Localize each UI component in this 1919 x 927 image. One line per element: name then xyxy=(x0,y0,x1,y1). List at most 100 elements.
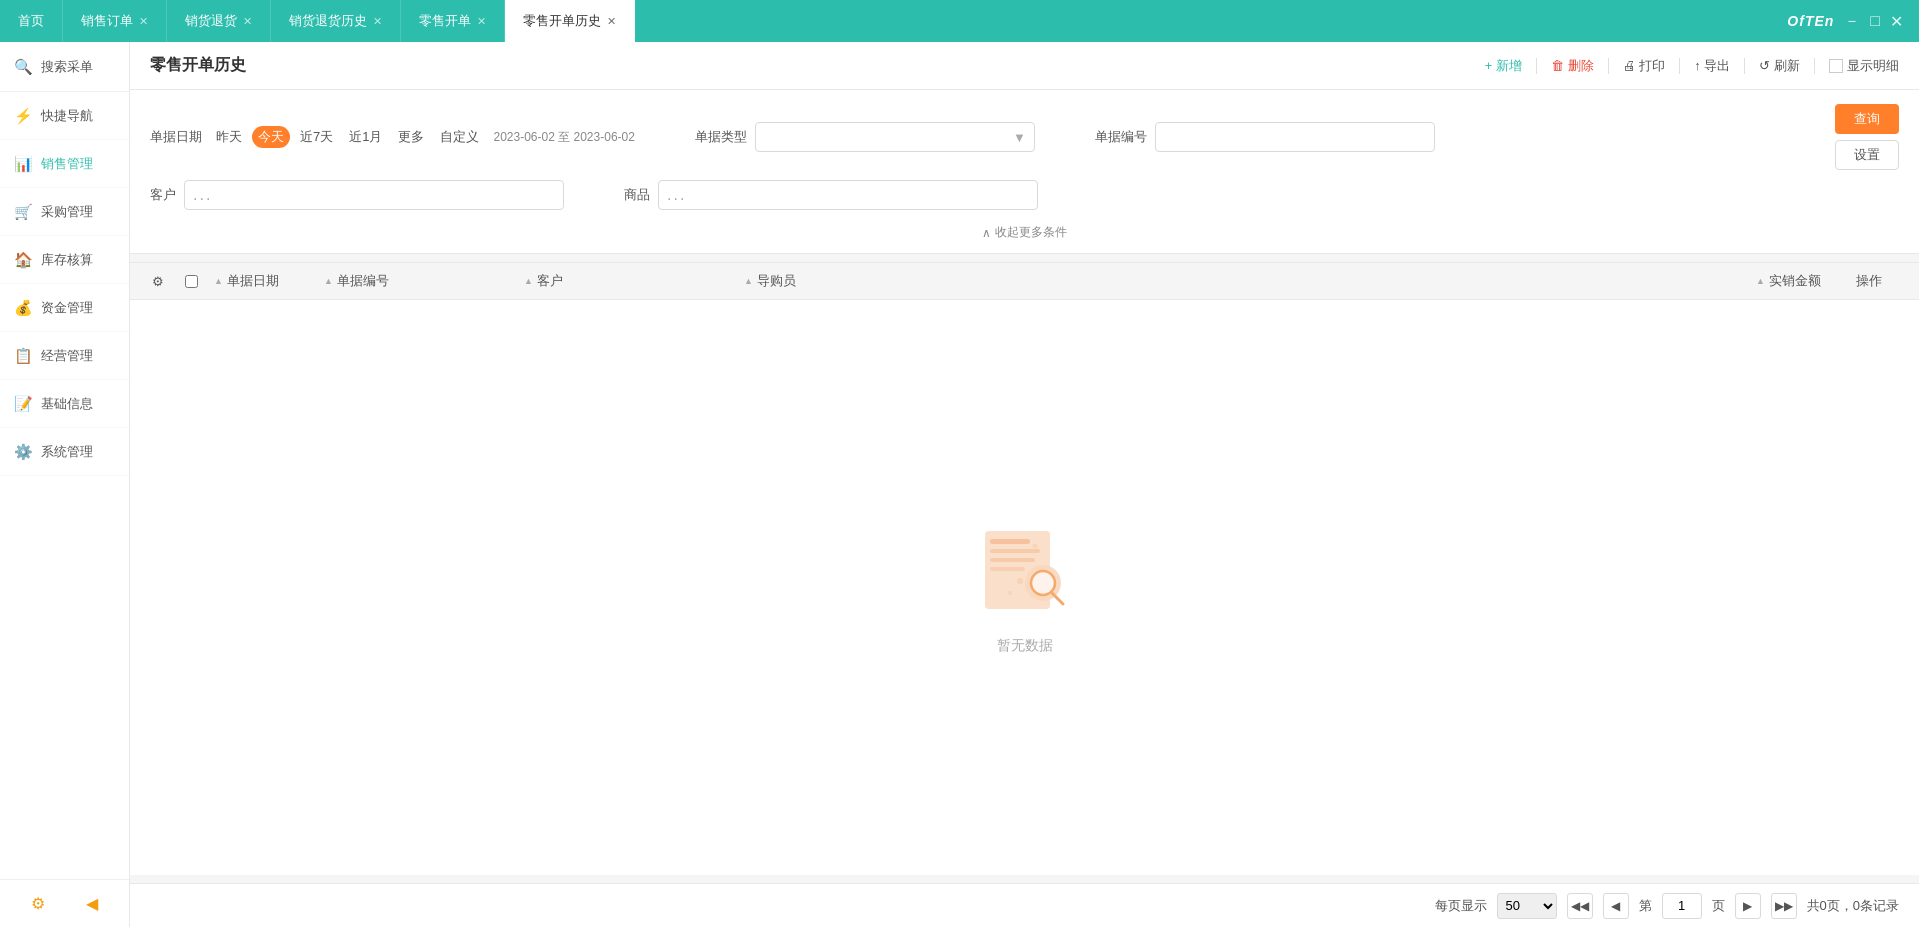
pagination-bar: 每页显示 50 100 200 ◀◀ ◀ 第 页 ▶ ▶▶ 共0页，0条记录 xyxy=(130,883,1919,927)
next-page-button[interactable]: ▶ xyxy=(1735,893,1761,919)
per-page-select[interactable]: 50 100 200 xyxy=(1497,893,1557,919)
svg-point-9 xyxy=(1017,578,1023,584)
date-btn-custom[interactable]: 自定义 xyxy=(434,126,485,148)
tab-close-icon[interactable]: ✕ xyxy=(477,15,486,28)
th-order-no[interactable]: ▲ 单据编号 xyxy=(316,272,516,290)
date-btn-more[interactable]: 更多 xyxy=(392,126,430,148)
tab-sales-return-history[interactable]: 销货退货历史 ✕ xyxy=(271,0,401,42)
select-all-checkbox[interactable] xyxy=(185,275,198,288)
sort-up-icon: ▲ xyxy=(324,276,333,286)
tab-sales-order[interactable]: 销售订单 ✕ xyxy=(63,0,167,42)
th-settings[interactable]: ⚙ xyxy=(140,274,176,289)
collapse-label: 收起更多条件 xyxy=(995,224,1067,241)
divider xyxy=(1744,58,1745,74)
goods-input[interactable]: ... xyxy=(658,180,1038,210)
query-buttons: 查询 设置 xyxy=(1835,104,1899,170)
tab-sales-return[interactable]: 销货退货 ✕ xyxy=(167,0,271,42)
sidebar-item-quick-nav[interactable]: ⚡ 快捷导航 xyxy=(0,92,129,140)
top-bar: 首页 销售订单 ✕ 销货退货 ✕ 销货退货历史 ✕ 零售开单 ✕ 零售开单历史 … xyxy=(0,0,1919,42)
filter-customer: 客户 ... xyxy=(150,180,564,210)
filter-area: 单据日期 昨天 今天 近7天 近1月 更多 自定义 2023-06-02 至 2… xyxy=(130,90,1919,254)
refresh-button[interactable]: ↺ 刷新 xyxy=(1759,57,1800,75)
settings-gear-icon[interactable]: ⚙ xyxy=(31,894,45,913)
sidebar-item-inventory[interactable]: 🏠 库存核算 xyxy=(0,236,129,284)
customer-label: 客户 xyxy=(150,186,176,204)
query-button[interactable]: 查询 xyxy=(1835,104,1899,134)
sidebar-item-label: 资金管理 xyxy=(41,299,93,317)
type-select[interactable]: ▼ xyxy=(755,122,1035,152)
filter-goods: 商品 ... xyxy=(624,180,1038,210)
order-no-input[interactable] xyxy=(1155,122,1435,152)
sidebar-item-purchase-mgmt[interactable]: 🛒 采购管理 xyxy=(0,188,129,236)
filter-type: 单据类型 ▼ xyxy=(695,122,1035,152)
date-btn-today[interactable]: 今天 xyxy=(252,126,290,148)
th-amount[interactable]: ▲ 实销金额 xyxy=(1709,272,1829,290)
sidebar-item-label: 采购管理 xyxy=(41,203,93,221)
sidebar-search-label: 搜索采单 xyxy=(41,58,93,76)
sidebar-item-sys-mgmt[interactable]: ⚙️ 系统管理 xyxy=(0,428,129,476)
display-detail-toggle[interactable]: 显示明细 xyxy=(1829,57,1899,75)
filter-collapse-toggle[interactable]: ∧ 收起更多条件 xyxy=(150,220,1899,245)
sidebar-item-sales-mgmt[interactable]: 📊 销售管理 xyxy=(0,140,129,188)
page-header: 零售开单历史 + 新增 🗑 删除 🖨 打印 ↑ 导出 ↺ 刷新 显示明细 xyxy=(130,42,1919,90)
th-salesperson[interactable]: ▲ 导购员 xyxy=(736,272,856,290)
operations-icon: 📋 xyxy=(14,347,33,365)
date-btn-7days[interactable]: 近7天 xyxy=(294,126,339,148)
settings-icon: ⚙ xyxy=(152,274,164,289)
maximize-icon[interactable]: □ xyxy=(1870,12,1880,30)
th-customer[interactable]: ▲ 客户 xyxy=(516,272,736,290)
tab-retail-open[interactable]: 零售开单 ✕ xyxy=(401,0,505,42)
order-no-label: 单据编号 xyxy=(1095,128,1147,146)
add-button[interactable]: + 新增 xyxy=(1485,57,1522,75)
svg-point-11 xyxy=(1032,543,1037,548)
sidebar: 🔍 搜索采单 ⚡ 快捷导航 📊 销售管理 🛒 采购管理 🏠 库存核算 💰 资金管… xyxy=(0,42,130,927)
svg-rect-4 xyxy=(990,567,1025,571)
tab-retail-open-history[interactable]: 零售开单历史 ✕ xyxy=(505,0,635,42)
divider xyxy=(1536,58,1537,74)
tab-home[interactable]: 首页 xyxy=(0,0,63,42)
prev-page-button[interactable]: ◀ xyxy=(1603,893,1629,919)
export-button[interactable]: ↑ 导出 xyxy=(1694,57,1730,75)
sidebar-search[interactable]: 🔍 搜索采单 xyxy=(0,42,129,92)
display-checkbox[interactable] xyxy=(1829,59,1843,73)
total-label: 共0页，0条记录 xyxy=(1807,897,1899,915)
tab-close-icon[interactable]: ✕ xyxy=(373,15,382,28)
sidebar-item-label: 库存核算 xyxy=(41,251,93,269)
page-title: 零售开单历史 xyxy=(150,55,1485,76)
th-date[interactable]: ▲ 单据日期 xyxy=(206,272,316,290)
empty-state: 暂无数据 xyxy=(130,300,1919,875)
minimize-icon[interactable]: － xyxy=(1844,11,1860,32)
empty-illustration xyxy=(965,521,1085,621)
page-label: 第 xyxy=(1639,897,1652,915)
purchase-mgmt-icon: 🛒 xyxy=(14,203,33,221)
date-btn-yesterday[interactable]: 昨天 xyxy=(210,126,248,148)
goods-placeholder: ... xyxy=(667,186,686,204)
table-container: ⚙ ▲ 单据日期 ▲ 单据编号 ▲ 客户 ▲ xyxy=(130,262,1919,875)
window-close-icon[interactable]: ✕ xyxy=(1890,12,1903,31)
customer-input[interactable]: ... xyxy=(184,180,564,210)
filter-order-no: 单据编号 xyxy=(1095,122,1435,152)
tab-close-icon[interactable]: ✕ xyxy=(139,15,148,28)
last-page-button[interactable]: ▶▶ xyxy=(1771,893,1797,919)
svg-point-10 xyxy=(1008,591,1012,595)
delete-button[interactable]: 🗑 删除 xyxy=(1551,57,1594,75)
divider xyxy=(1679,58,1680,74)
sidebar-item-operations[interactable]: 📋 经营管理 xyxy=(0,332,129,380)
next-page-icon: ▶ xyxy=(1743,899,1752,913)
tab-close-icon[interactable]: ✕ xyxy=(243,15,252,28)
tab-close-icon[interactable]: ✕ xyxy=(607,15,616,28)
print-button[interactable]: 🖨 打印 xyxy=(1623,57,1666,75)
th-checkbox[interactable] xyxy=(176,275,206,288)
last-page-icon: ▶▶ xyxy=(1775,899,1793,913)
sidebar-item-base-info[interactable]: 📝 基础信息 xyxy=(0,380,129,428)
first-page-button[interactable]: ◀◀ xyxy=(1567,893,1593,919)
table-header: ⚙ ▲ 单据日期 ▲ 单据编号 ▲ 客户 ▲ xyxy=(130,262,1919,300)
sidebar-item-finance[interactable]: 💰 资金管理 xyxy=(0,284,129,332)
per-page-label: 每页显示 xyxy=(1435,897,1487,915)
page-number-input[interactable] xyxy=(1662,893,1702,919)
page-unit: 页 xyxy=(1712,897,1725,915)
sidebar-collapse-icon[interactable]: ◀ xyxy=(86,894,98,913)
settings-button[interactable]: 设置 xyxy=(1835,140,1899,170)
prev-page-icon: ◀ xyxy=(1611,899,1620,913)
date-btn-1month[interactable]: 近1月 xyxy=(343,126,388,148)
